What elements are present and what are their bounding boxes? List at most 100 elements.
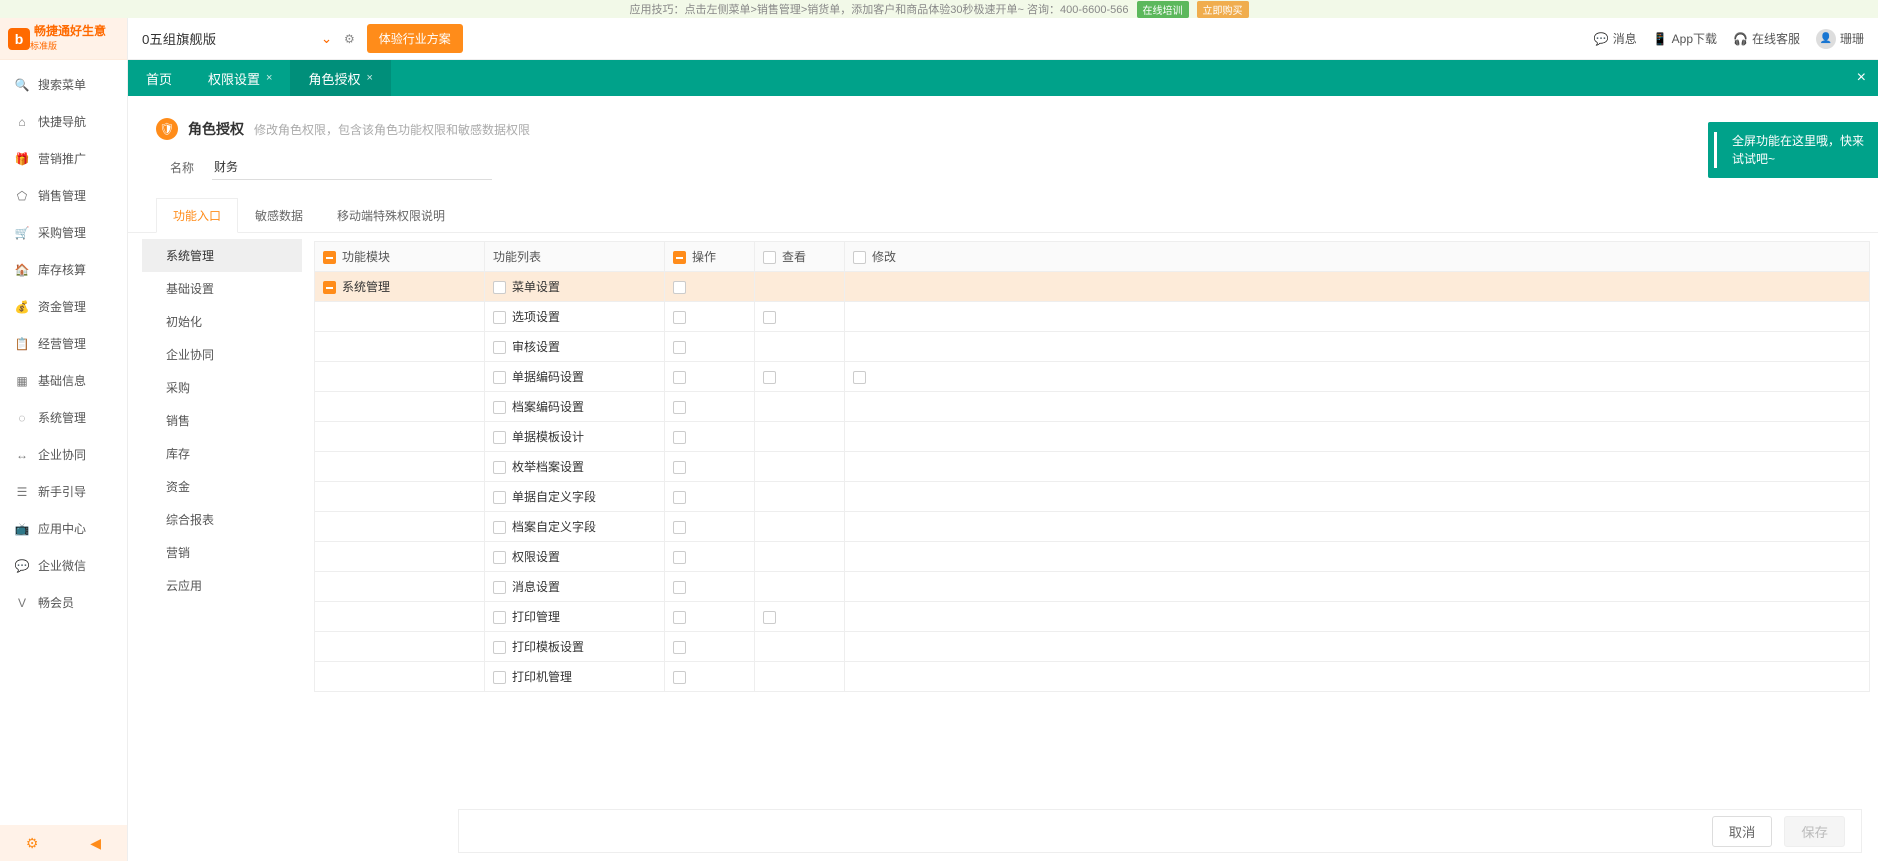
cancel-button[interactable]: 取消 xyxy=(1712,816,1773,847)
checkbox-section-op[interactable] xyxy=(673,281,686,294)
checkbox-op[interactable] xyxy=(673,551,686,564)
checkbox-view[interactable] xyxy=(763,371,776,384)
grid-row: 审核设置 xyxy=(315,332,1870,362)
checkbox-section-module[interactable] xyxy=(323,281,336,294)
permission-grid-wrap[interactable]: 功能模块 功能列表 操作 查看 修改 系统管理菜单设置选项设置审核设置单据编码设… xyxy=(302,233,1878,861)
checkbox-op[interactable] xyxy=(673,581,686,594)
close-all-tabs[interactable]: × xyxy=(1845,60,1878,96)
category-item-5[interactable]: 销售 xyxy=(142,404,302,437)
sidebar-item-9[interactable]: ◌系统管理 xyxy=(0,399,127,436)
gear-icon[interactable]: ⚙ xyxy=(344,32,355,46)
checkbox-op[interactable] xyxy=(673,431,686,444)
checkbox-op[interactable] xyxy=(673,641,686,654)
gear-ring-icon: ◌ xyxy=(14,410,30,426)
checkbox-op[interactable] xyxy=(673,341,686,354)
checkbox-edit-all[interactable] xyxy=(853,251,866,264)
subtab-2[interactable]: 移动端特殊权限说明 xyxy=(320,198,462,232)
sidebar-item-13[interactable]: 💬企业微信 xyxy=(0,547,127,584)
col-module: 功能模块 xyxy=(315,242,485,272)
sidebar-item-4[interactable]: 🛒采购管理 xyxy=(0,214,127,251)
checkbox-list[interactable] xyxy=(493,371,506,384)
tab-label: 角色授权 xyxy=(308,69,360,88)
tab-0[interactable]: 首页 xyxy=(128,60,190,96)
sidebar-item-8[interactable]: ▦基础信息 xyxy=(0,362,127,399)
tab-2[interactable]: 角色授权 × xyxy=(290,60,390,96)
category-item-2[interactable]: 初始化 xyxy=(142,305,302,338)
checkbox-list[interactable] xyxy=(493,341,506,354)
sidebar-item-5[interactable]: 🏠库存核算 xyxy=(0,251,127,288)
checkbox-op[interactable] xyxy=(673,521,686,534)
checkbox-view[interactable] xyxy=(763,311,776,324)
checkbox-op-all[interactable] xyxy=(673,251,686,264)
sidebar-item-7[interactable]: 📋经营管理 xyxy=(0,325,127,362)
sidebar-item-1[interactable]: ⌂快捷导航 xyxy=(0,103,127,140)
checkbox-op[interactable] xyxy=(673,491,686,504)
checkbox-op[interactable] xyxy=(673,671,686,684)
sidebar-item-2[interactable]: 🎁营销推广 xyxy=(0,140,127,177)
category-item-6[interactable]: 库存 xyxy=(142,437,302,470)
wechat-icon: 💬 xyxy=(14,558,30,574)
tv-icon: 📺 xyxy=(14,521,30,537)
settings-icon[interactable]: ⚙ xyxy=(26,835,39,852)
category-item-10[interactable]: 云应用 xyxy=(142,569,302,602)
app-download-link[interactable]: 📱App下载 xyxy=(1653,30,1717,47)
category-item-8[interactable]: 综合报表 xyxy=(142,503,302,536)
experience-button[interactable]: 体验行业方案 xyxy=(367,24,463,53)
sidebar-item-14[interactable]: V畅会员 xyxy=(0,584,127,621)
training-button[interactable]: 在线培训 xyxy=(1137,1,1189,18)
collapse-icon[interactable]: ◀ xyxy=(90,835,101,852)
checkbox-edit[interactable] xyxy=(853,371,866,384)
category-item-9[interactable]: 营销 xyxy=(142,536,302,569)
checkbox-module-all[interactable] xyxy=(323,251,336,264)
checkbox-section-list[interactable] xyxy=(493,281,506,294)
sidebar-item-label: 库存核算 xyxy=(38,261,86,278)
checkbox-list[interactable] xyxy=(493,671,506,684)
checkbox-op[interactable] xyxy=(673,401,686,414)
checkbox-list[interactable] xyxy=(493,551,506,564)
sidebar-item-6[interactable]: 💰资金管理 xyxy=(0,288,127,325)
messages-link[interactable]: 💬消息 xyxy=(1594,30,1637,47)
org-selector[interactable]: 0五组旗舰版 ⌄ xyxy=(142,29,332,48)
sidebar-item-3[interactable]: ⬠销售管理 xyxy=(0,177,127,214)
category-item-4[interactable]: 采购 xyxy=(142,371,302,404)
checkbox-op[interactable] xyxy=(673,311,686,324)
sidebar-item-12[interactable]: 📺应用中心 xyxy=(0,510,127,547)
checkbox-list[interactable] xyxy=(493,431,506,444)
sidebar-item-11[interactable]: ☰新手引导 xyxy=(0,473,127,510)
close-icon[interactable]: × xyxy=(366,72,372,84)
checkbox-list[interactable] xyxy=(493,581,506,594)
chevron-down-icon: ⌄ xyxy=(321,31,332,47)
save-button: 保存 xyxy=(1784,816,1845,847)
subtab-1[interactable]: 敏感数据 xyxy=(238,198,320,232)
money-icon: 💰 xyxy=(14,299,30,315)
checkbox-list[interactable] xyxy=(493,461,506,474)
checkbox-op[interactable] xyxy=(673,611,686,624)
checkbox-list[interactable] xyxy=(493,491,506,504)
checkbox-op[interactable] xyxy=(673,461,686,474)
checkbox-view[interactable] xyxy=(763,611,776,624)
sidebar: b 畅捷通好生意 标准版 🔍搜索菜单⌂快捷导航🎁营销推广⬠销售管理🛒采购管理🏠库… xyxy=(0,18,128,861)
sidebar-item-label: 快捷导航 xyxy=(38,113,86,130)
checkbox-list[interactable] xyxy=(493,611,506,624)
close-icon[interactable]: × xyxy=(266,72,272,84)
buy-button[interactable]: 立即购买 xyxy=(1197,1,1249,18)
cart-icon: 🛒 xyxy=(14,225,30,241)
checkbox-list[interactable] xyxy=(493,401,506,414)
sidebar-item-10[interactable]: ↔企业协同 xyxy=(0,436,127,473)
grid-section-row: 系统管理菜单设置 xyxy=(315,272,1870,302)
sidebar-item-0[interactable]: 🔍搜索菜单 xyxy=(0,66,127,103)
subtab-0[interactable]: 功能入口 xyxy=(156,198,238,233)
checkbox-list[interactable] xyxy=(493,311,506,324)
subtabs: 功能入口敏感数据移动端特殊权限说明 xyxy=(128,184,1878,233)
service-link[interactable]: 🎧在线客服 xyxy=(1733,30,1800,47)
category-item-3[interactable]: 企业协同 xyxy=(142,338,302,371)
checkbox-op[interactable] xyxy=(673,371,686,384)
tab-1[interactable]: 权限设置× xyxy=(190,60,290,96)
checkbox-view-all[interactable] xyxy=(763,251,776,264)
category-item-0[interactable]: 系统管理 xyxy=(142,239,302,272)
user-menu[interactable]: 👤珊珊 xyxy=(1816,29,1864,49)
category-item-1[interactable]: 基础设置 xyxy=(142,272,302,305)
checkbox-list[interactable] xyxy=(493,641,506,654)
category-item-7[interactable]: 资金 xyxy=(142,470,302,503)
checkbox-list[interactable] xyxy=(493,521,506,534)
